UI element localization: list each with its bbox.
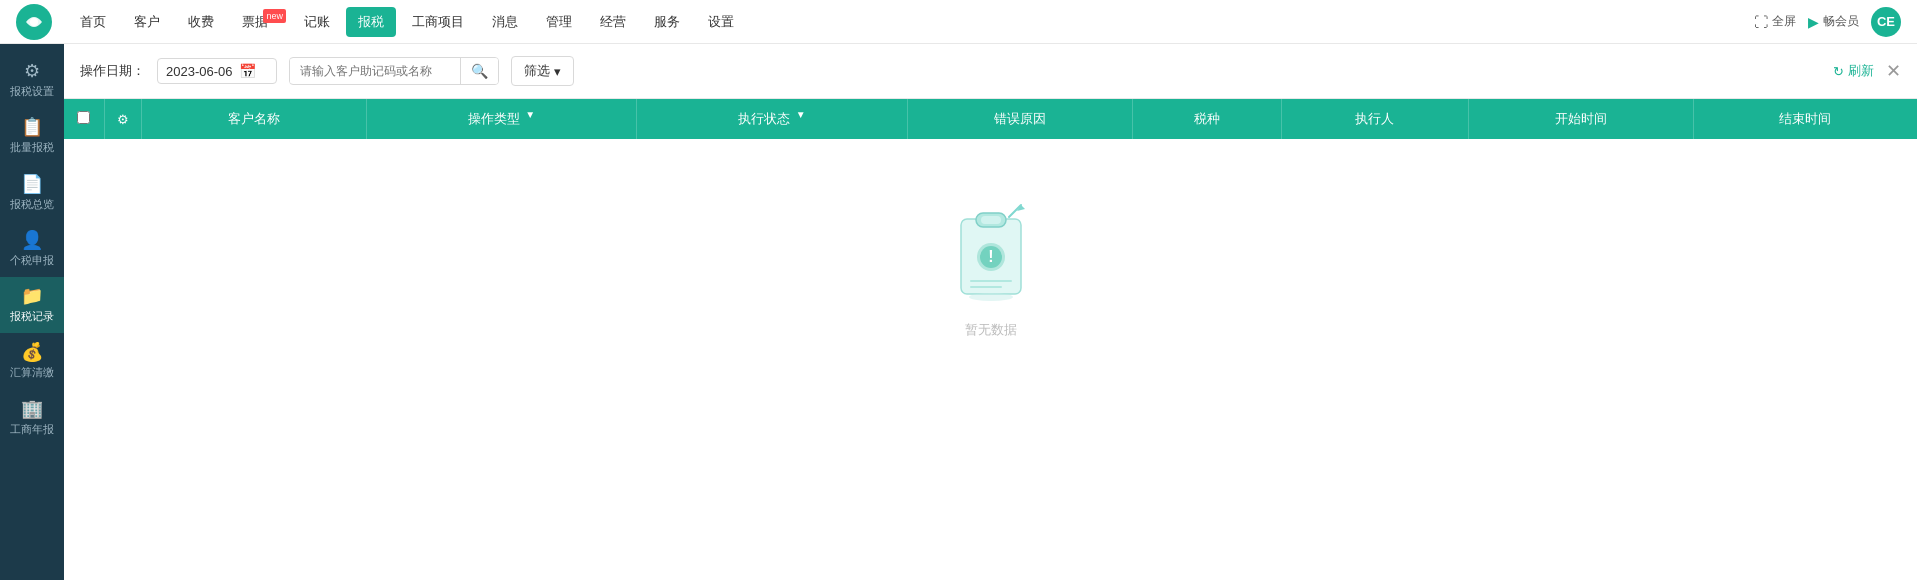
sidebar-item-personal-tax[interactable]: 👤 个税申报 — [0, 221, 64, 277]
empty-state: ! 暂无数据 — [64, 139, 1917, 399]
nav-item-accounting[interactable]: 记账 — [292, 7, 342, 37]
tax-settings-icon: ⚙ — [24, 62, 40, 80]
filter-label: 筛选 — [524, 62, 550, 80]
exec-status-sort-icon[interactable]: ▼ — [796, 109, 806, 120]
column-exec-status: 执行状态 ▼ — [637, 99, 907, 139]
nav-item-manage[interactable]: 管理 — [534, 7, 584, 37]
svg-text:!: ! — [988, 248, 993, 265]
search-box: 🔍 — [289, 57, 499, 85]
table-header: ⚙ 客户名称 操作类型 ▼ 执行状态 ▼ — [64, 99, 1917, 139]
avatar[interactable]: CE — [1871, 7, 1901, 37]
sidebar-label-personal-tax: 个税申报 — [10, 253, 54, 267]
annual-report-icon: 🏢 — [21, 400, 43, 418]
refresh-button[interactable]: ↻ 刷新 — [1833, 62, 1874, 80]
sidebar-label-batch-tax: 批量报税 — [10, 140, 54, 154]
sidebar-label-annual-report: 工商年报 — [10, 422, 54, 436]
sidebar-label-tax-settings: 报税设置 — [10, 84, 54, 98]
table-body: ! 暂无数据 — [64, 139, 1917, 399]
nav-item-tax[interactable]: 报税 — [346, 7, 396, 37]
sidebar-label-tax-record: 报税记录 — [10, 309, 54, 323]
filter-button[interactable]: 筛选 ▾ — [511, 56, 574, 86]
nav-item-message[interactable]: 消息 — [480, 7, 530, 37]
fullscreen-button[interactable]: ⛶ 全屏 — [1754, 13, 1796, 30]
svg-point-1 — [30, 18, 38, 26]
tax-overview-icon: 📄 — [21, 175, 43, 193]
column-settings: ⚙ — [104, 99, 141, 139]
nav-item-operation[interactable]: 经营 — [588, 7, 638, 37]
svg-rect-4 — [981, 216, 1001, 224]
batch-tax-icon: 📋 — [21, 118, 43, 136]
empty-text: 暂无数据 — [965, 321, 1017, 339]
toolbar: 操作日期： 2023-06-06 📅 🔍 筛选 ▾ ↻ 刷新 ✕ — [64, 44, 1917, 99]
sidebar-label-tax-overview: 报税总览 — [10, 197, 54, 211]
new-badge: new — [263, 9, 286, 23]
member-button[interactable]: ▶ 畅会员 — [1808, 13, 1859, 30]
top-nav-right: ⛶ 全屏 ▶ 畅会员 CE — [1754, 7, 1901, 37]
main-layout: ⚙ 报税设置 📋 批量报税 📄 报税总览 👤 个税申报 📁 报税记录 💰 汇算清… — [0, 44, 1917, 580]
date-picker[interactable]: 2023-06-06 📅 — [157, 58, 277, 84]
nav-item-home[interactable]: 首页 — [68, 7, 118, 37]
nav-item-commerce[interactable]: 工商项目 — [400, 7, 476, 37]
sidebar-item-tax-settings[interactable]: ⚙ 报税设置 — [0, 52, 64, 108]
content-area: 操作日期： 2023-06-06 📅 🔍 筛选 ▾ ↻ 刷新 ✕ — [64, 44, 1917, 580]
nav-item-customer[interactable]: 客户 — [122, 7, 172, 37]
empty-illustration: ! — [941, 199, 1041, 309]
column-start-time: 开始时间 — [1468, 99, 1693, 139]
column-customer-name: 客户名称 — [141, 99, 366, 139]
calendar-icon: 📅 — [239, 63, 256, 79]
refresh-label: 刷新 — [1848, 62, 1874, 80]
sidebar-item-settlement[interactable]: 💰 汇算清缴 — [0, 333, 64, 389]
nav-item-service[interactable]: 服务 — [642, 7, 692, 37]
nav-item-fee[interactable]: 收费 — [176, 7, 226, 37]
table-wrapper: ⚙ 客户名称 操作类型 ▼ 执行状态 ▼ — [64, 99, 1917, 580]
sidebar-item-tax-overview[interactable]: 📄 报税总览 — [0, 165, 64, 221]
column-executor: 执行人 — [1281, 99, 1468, 139]
personal-tax-icon: 👤 — [21, 231, 43, 249]
sidebar: ⚙ 报税设置 📋 批量报税 📄 报税总览 👤 个税申报 📁 报税记录 💰 汇算清… — [0, 44, 64, 580]
refresh-icon: ↻ — [1833, 64, 1844, 79]
chevron-down-icon: ▾ — [554, 64, 561, 79]
column-tax-type: 税种 — [1132, 99, 1281, 139]
nav-item-settings[interactable]: 设置 — [696, 7, 746, 37]
op-type-sort-icon[interactable]: ▼ — [525, 109, 535, 120]
svg-line-8 — [1009, 205, 1021, 217]
column-op-type: 操作类型 ▼ — [366, 99, 636, 139]
close-button[interactable]: ✕ — [1886, 62, 1901, 80]
column-end-time: 结束时间 — [1693, 99, 1917, 139]
settings-icon[interactable]: ⚙ — [117, 112, 129, 127]
settlement-icon: 💰 — [21, 343, 43, 361]
search-button[interactable]: 🔍 — [460, 58, 498, 84]
sidebar-item-annual-report[interactable]: 🏢 工商年报 — [0, 390, 64, 446]
tax-record-icon: 📁 — [21, 287, 43, 305]
sidebar-item-batch-tax[interactable]: 📋 批量报税 — [0, 108, 64, 164]
column-checkbox — [64, 99, 104, 139]
date-value: 2023-06-06 — [166, 64, 233, 79]
sidebar-label-settlement: 汇算清缴 — [10, 365, 54, 379]
date-label: 操作日期： — [80, 62, 145, 80]
svg-point-12 — [969, 293, 1013, 301]
nav-menu: 首页 客户 收费 票据 new 记账 报税 工商项目 消息 管理 经营 服务 设… — [68, 7, 1754, 37]
search-input[interactable] — [290, 59, 460, 83]
logo[interactable] — [16, 4, 52, 40]
nav-item-ticket[interactable]: 票据 new — [230, 7, 288, 37]
select-all-checkbox[interactable] — [77, 111, 90, 124]
records-table: ⚙ 客户名称 操作类型 ▼ 执行状态 ▼ — [64, 99, 1917, 399]
column-error-reason: 错误原因 — [907, 99, 1132, 139]
sidebar-item-tax-record[interactable]: 📁 报税记录 — [0, 277, 64, 333]
top-navigation: 首页 客户 收费 票据 new 记账 报税 工商项目 消息 管理 经营 服务 设… — [0, 0, 1917, 44]
